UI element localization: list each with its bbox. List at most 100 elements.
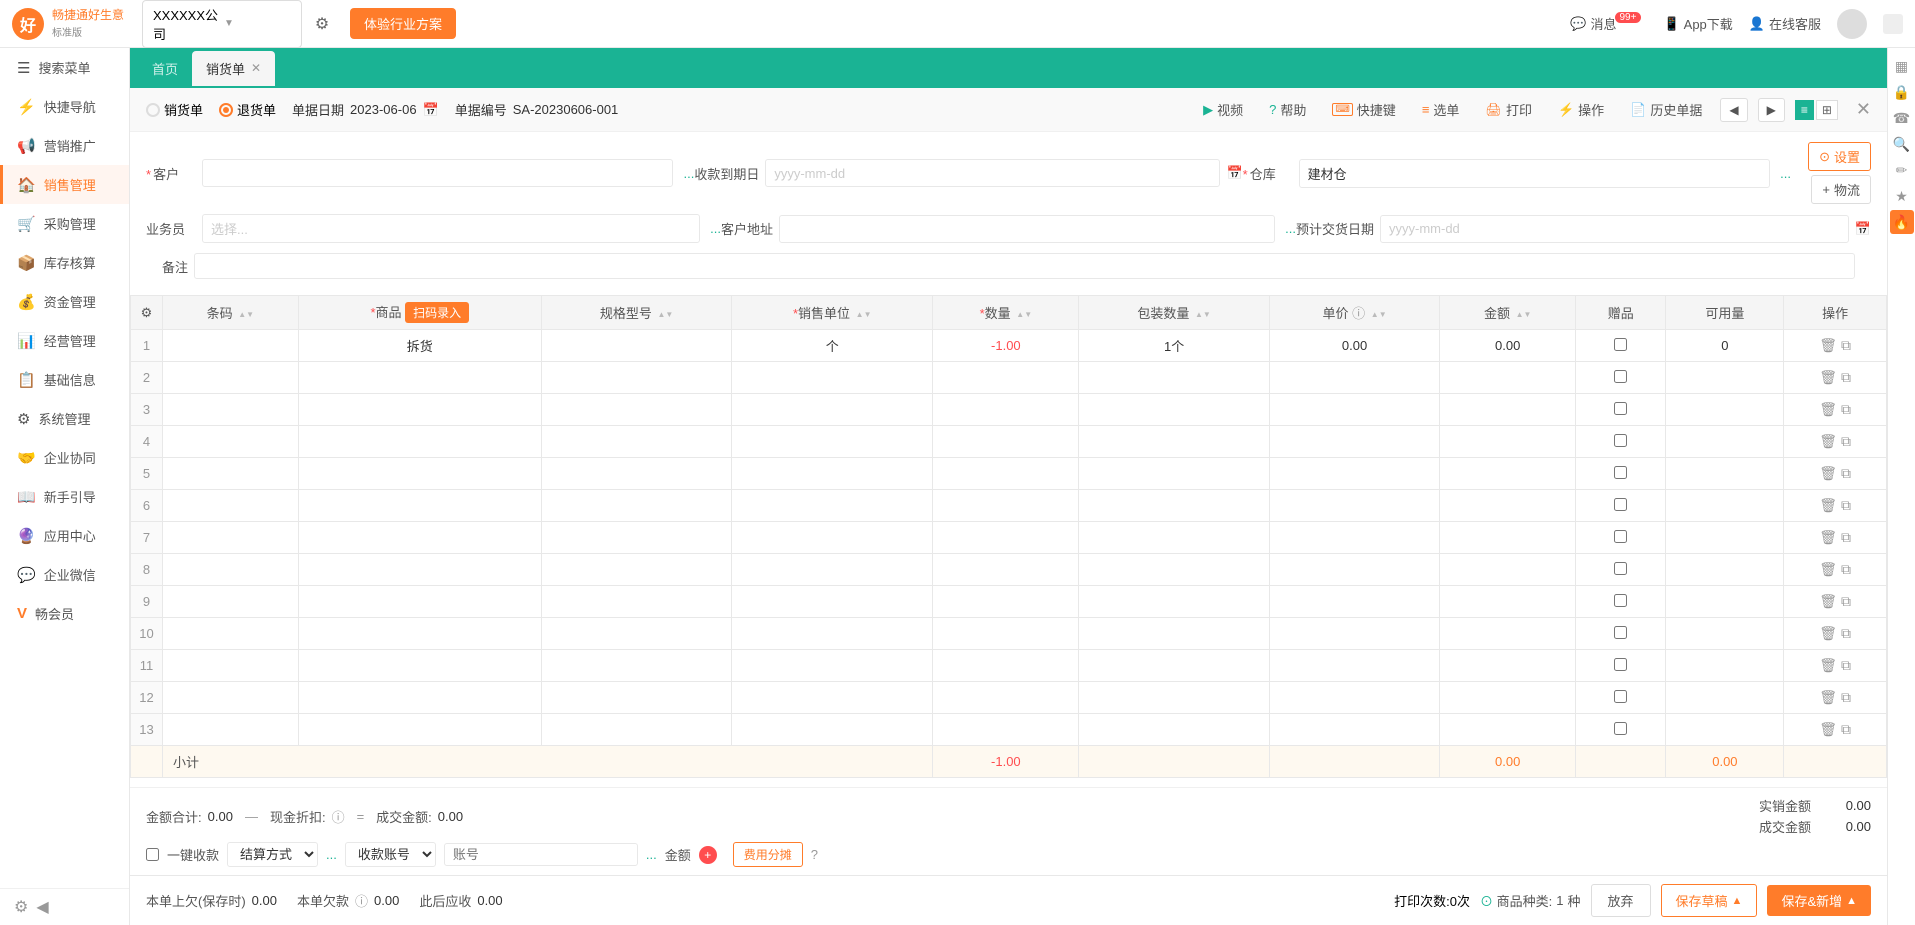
delete-icon[interactable]: 🗑 <box>1819 497 1837 514</box>
copy-icon[interactable]: ⧉ <box>1841 593 1851 610</box>
copy-icon[interactable]: ⧉ <box>1841 657 1851 674</box>
delete-row-icon[interactable]: 🗑 <box>1819 337 1837 354</box>
customer-input[interactable] <box>202 159 673 187</box>
sidebar-item-search[interactable]: ☰ 搜索菜单 <box>0 48 129 87</box>
debt-info-icon[interactable]: ⓘ <box>355 891 368 910</box>
row-barcode[interactable] <box>163 362 299 394</box>
settings-gear-button[interactable]: ⚙ <box>306 8 338 40</box>
shortcut-button[interactable]: ⌨ 快捷键 <box>1324 96 1403 123</box>
prev-record-button[interactable]: ◀ <box>1720 98 1747 122</box>
account-dots[interactable]: ... <box>646 847 657 862</box>
copy-icon[interactable]: ⧉ <box>1841 721 1851 738</box>
one-click-pay-label[interactable]: 一键收款 <box>167 845 219 864</box>
customer-addr-input[interactable] <box>779 215 1275 243</box>
row-barcode[interactable] <box>163 330 299 362</box>
warehouse-dots[interactable]: ... <box>1780 166 1791 181</box>
delete-icon[interactable]: 🗑 <box>1819 401 1837 418</box>
delivery-date-input[interactable]: yyyy-mm-dd <box>1380 215 1849 243</box>
one-click-pay-checkbox[interactable] <box>146 848 159 861</box>
copy-icon[interactable]: ⧉ <box>1841 625 1851 642</box>
delete-icon[interactable]: 🗑 <box>1819 561 1837 578</box>
row-pack-qty[interactable] <box>1079 362 1269 394</box>
calc-method-dots[interactable]: ... <box>326 847 337 862</box>
gear-col-icon[interactable]: ⚙ <box>141 305 153 320</box>
right-sidebar-panel7[interactable]: 🔥 <box>1890 210 1914 234</box>
close-doc-button[interactable]: ✕ <box>1856 99 1871 120</box>
sidebar-settings-icon[interactable]: ⚙ <box>14 897 28 917</box>
sidebar-item-finance[interactable]: 💰 资金管理 <box>0 282 129 321</box>
sidebar-item-quick-nav[interactable]: ⚡ 快捷导航 <box>0 87 129 126</box>
sidebar-item-system[interactable]: ⚙ 系统管理 <box>0 399 129 438</box>
history-button[interactable]: 📄 历史单据 <box>1622 96 1710 123</box>
row-product[interactable]: 拆货 <box>298 330 541 362</box>
print-button[interactable]: 🖨 打印 <box>1477 96 1540 123</box>
row-unit[interactable]: 个 <box>732 330 933 362</box>
grid-view-button[interactable]: ⊞ <box>1816 100 1838 120</box>
scan-button[interactable]: 扫码录入 <box>405 302 469 323</box>
radio-sales-order[interactable]: 销货单 <box>146 100 203 119</box>
save-new-button[interactable]: 保存&新增 ▲ <box>1767 885 1871 916</box>
list-view-button[interactable]: ≡ <box>1795 100 1814 120</box>
row-spec[interactable] <box>541 330 731 362</box>
row-unit-price[interactable]: 0.00 <box>1269 330 1440 362</box>
delete-icon[interactable]: 🗑 <box>1819 721 1837 738</box>
trial-button[interactable]: 体验行业方案 <box>350 8 456 39</box>
row-product[interactable] <box>298 362 541 394</box>
row-gift[interactable] <box>1576 330 1666 362</box>
sidebar-item-wecom[interactable]: 💬 企业微信 <box>0 555 129 594</box>
sidebar-item-operations[interactable]: 📊 经营管理 <box>0 321 129 360</box>
sidebar-item-enterprise[interactable]: 🤝 企业协同 <box>0 438 129 477</box>
salesperson-input[interactable]: 选择... <box>202 214 700 243</box>
sidebar-item-member[interactable]: V 畅会员 <box>0 594 129 633</box>
sidebar-item-basic-info[interactable]: 📋 基础信息 <box>0 360 129 399</box>
company-selector[interactable]: XXXXXX公司 ▼ <box>142 0 302 48</box>
delete-icon[interactable]: 🗑 <box>1819 433 1837 450</box>
video-button[interactable]: ▶ 视频 <box>1195 96 1251 123</box>
copy-row-icon[interactable]: ⧉ <box>1841 337 1851 354</box>
delete-icon[interactable]: 🗑 <box>1819 625 1837 642</box>
avatar[interactable] <box>1837 9 1867 39</box>
row-amount[interactable]: 0.00 <box>1440 330 1576 362</box>
delete-icon[interactable]: 🗑 <box>1819 657 1837 674</box>
delete-row-icon[interactable]: 🗑 <box>1819 369 1837 386</box>
sidebar-item-purchase[interactable]: 🛒 采购管理 <box>0 204 129 243</box>
tab-sales-order[interactable]: 销货单 ✕ <box>192 51 275 86</box>
product-count-icon[interactable]: ⊙ <box>1480 894 1493 909</box>
calc-method-select[interactable]: 结算方式 <box>227 842 318 867</box>
right-sidebar-panel3[interactable]: ☎ <box>1890 106 1914 130</box>
right-sidebar-panel6[interactable]: ★ <box>1890 184 1914 208</box>
sidebar-item-guide[interactable]: 📖 新手引导 <box>0 477 129 516</box>
expense-question-icon[interactable]: ? <box>811 847 818 862</box>
sidebar-item-inventory[interactable]: 📦 库存核算 <box>0 243 129 282</box>
select-order-button[interactable]: ≡ 选单 <box>1414 96 1468 123</box>
sidebar-collapse-icon[interactable]: ◀ <box>36 897 48 917</box>
due-date-input[interactable]: yyyy-mm-dd <box>765 159 1220 187</box>
tab-close-icon[interactable]: ✕ <box>251 61 261 75</box>
right-sidebar-panel4[interactable]: 🔍 <box>1890 132 1914 156</box>
delete-icon[interactable]: 🗑 <box>1819 689 1837 706</box>
delete-icon[interactable]: 🗑 <box>1819 593 1837 610</box>
row-unit-price[interactable] <box>1269 362 1440 394</box>
next-record-button[interactable]: ▶ <box>1758 98 1785 122</box>
copy-icon[interactable]: ⧉ <box>1841 689 1851 706</box>
discount-info-icon[interactable]: ⓘ <box>332 807 345 826</box>
help-button[interactable]: ? 帮助 <box>1261 96 1314 123</box>
copy-icon[interactable]: ⧉ <box>1841 433 1851 450</box>
tab-home[interactable]: 首页 <box>138 51 192 86</box>
form-settings-button[interactable]: ⊙ 设置 <box>1808 142 1871 171</box>
add-payment-button[interactable]: + <box>699 846 717 864</box>
calendar-icon[interactable]: 📅 <box>423 102 439 118</box>
delete-icon[interactable]: 🗑 <box>1819 529 1837 546</box>
due-date-calendar-icon[interactable]: 📅 <box>1226 165 1242 181</box>
sidebar-item-app-center[interactable]: 🔮 应用中心 <box>0 516 129 555</box>
copy-row-icon[interactable]: ⧉ <box>1841 369 1851 386</box>
salesperson-dots[interactable]: ... <box>710 221 721 236</box>
copy-icon[interactable]: ⧉ <box>1841 465 1851 482</box>
online-service-button[interactable]: 👤 在线客服 <box>1749 14 1821 33</box>
delivery-date-calendar-icon[interactable]: 📅 <box>1855 221 1871 237</box>
right-sidebar-panel2[interactable]: 🔒 <box>1890 80 1914 104</box>
unit-price-info-icon[interactable]: ⓘ <box>1352 306 1365 321</box>
app-download-button[interactable]: 📱 App下载 <box>1663 14 1732 33</box>
abandon-button[interactable]: 放弃 <box>1591 884 1651 917</box>
customer-addr-dots[interactable]: ... <box>1285 221 1296 236</box>
